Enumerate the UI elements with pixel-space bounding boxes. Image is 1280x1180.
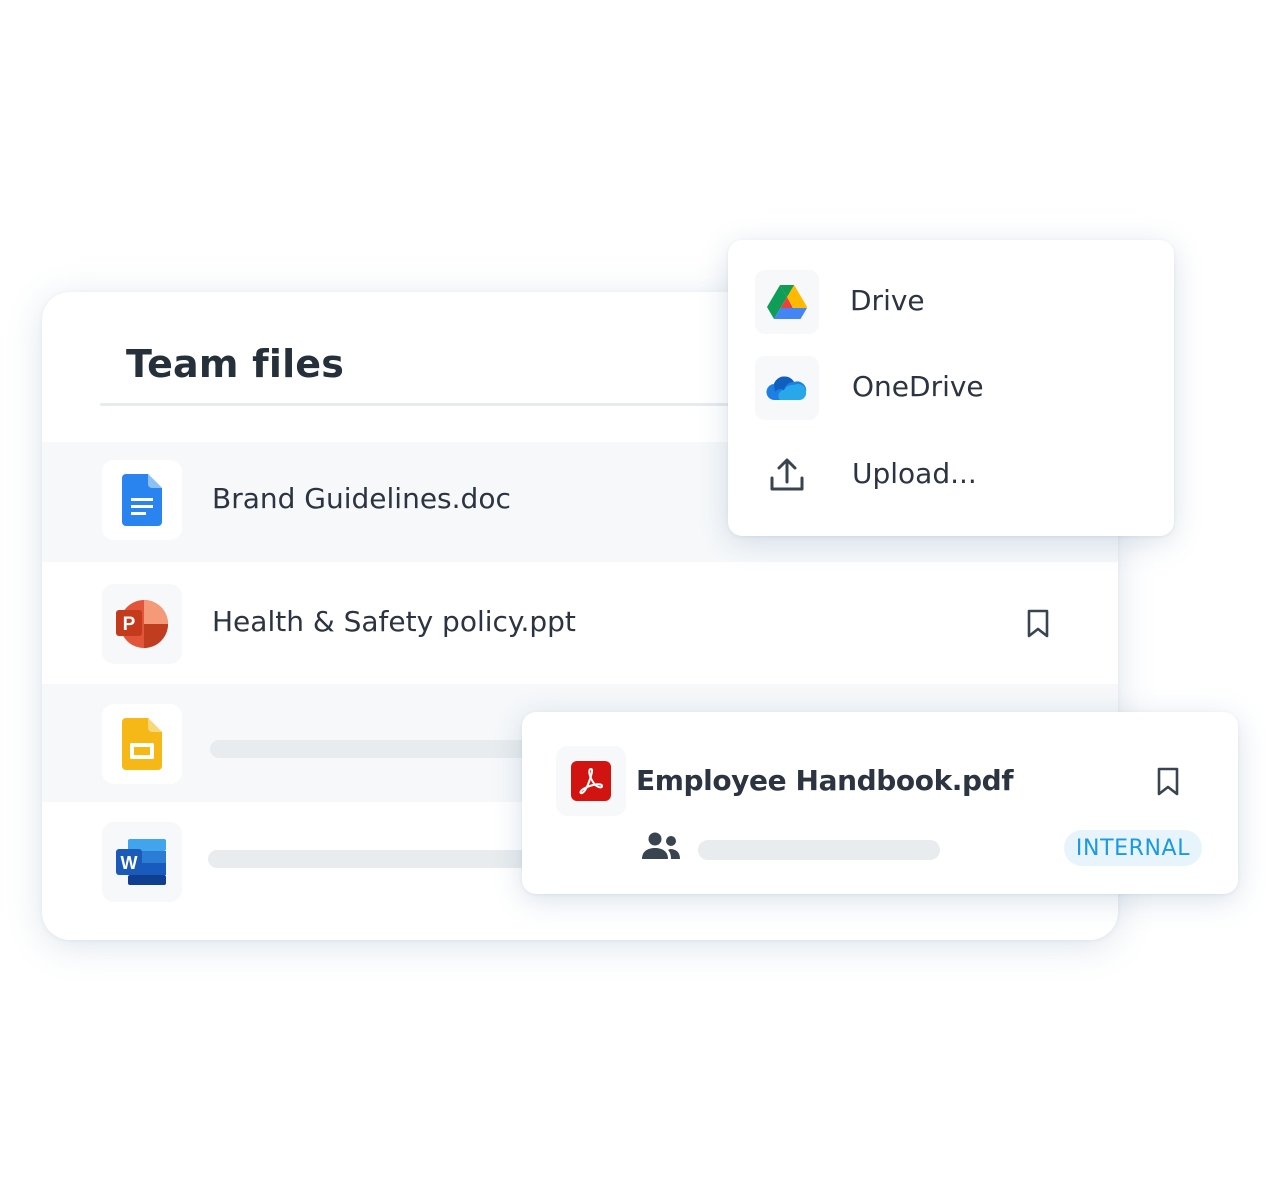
bookmark-icon[interactable] [1024, 608, 1052, 640]
people-icon [640, 830, 682, 862]
word-icon: W [102, 822, 182, 902]
file-name: Brand Guidelines.doc [212, 482, 511, 515]
menu-item-drive[interactable]: Drive [728, 270, 1174, 340]
acrobat-pdf-icon [556, 746, 626, 816]
source-dropdown-menu: Drive OneDrive Upload... [728, 240, 1174, 536]
loading-placeholder [208, 850, 538, 868]
loading-placeholder [698, 840, 940, 860]
status-badge: INTERNAL [1064, 830, 1202, 866]
menu-item-label: Upload... [852, 457, 977, 490]
menu-item-onedrive[interactable]: OneDrive [728, 356, 1174, 426]
file-detail-card[interactable]: Employee Handbook.pdf INTERNAL [522, 712, 1238, 894]
file-detail-name: Employee Handbook.pdf [636, 764, 1014, 797]
menu-item-label: OneDrive [852, 370, 984, 403]
card-title: Team files [126, 342, 345, 386]
loading-placeholder [210, 740, 540, 758]
file-row-health-safety[interactable]: P Health & Safety policy.ppt [42, 562, 1118, 684]
onedrive-icon [755, 356, 819, 420]
google-docs-icon [102, 460, 182, 540]
powerpoint-icon: P [102, 584, 182, 664]
stage: Team files Brand Guidelines.doc P Health… [0, 0, 1280, 1180]
upload-icon [755, 443, 819, 507]
google-drive-icon [755, 270, 819, 334]
title-divider [100, 403, 790, 406]
google-slides-icon [102, 704, 182, 784]
bookmark-icon[interactable] [1154, 766, 1182, 798]
file-name: Health & Safety policy.ppt [212, 605, 576, 638]
menu-item-label: Drive [850, 284, 925, 317]
svg-text:P: P [123, 614, 136, 635]
svg-text:W: W [121, 853, 138, 873]
menu-item-upload[interactable]: Upload... [728, 443, 1174, 513]
